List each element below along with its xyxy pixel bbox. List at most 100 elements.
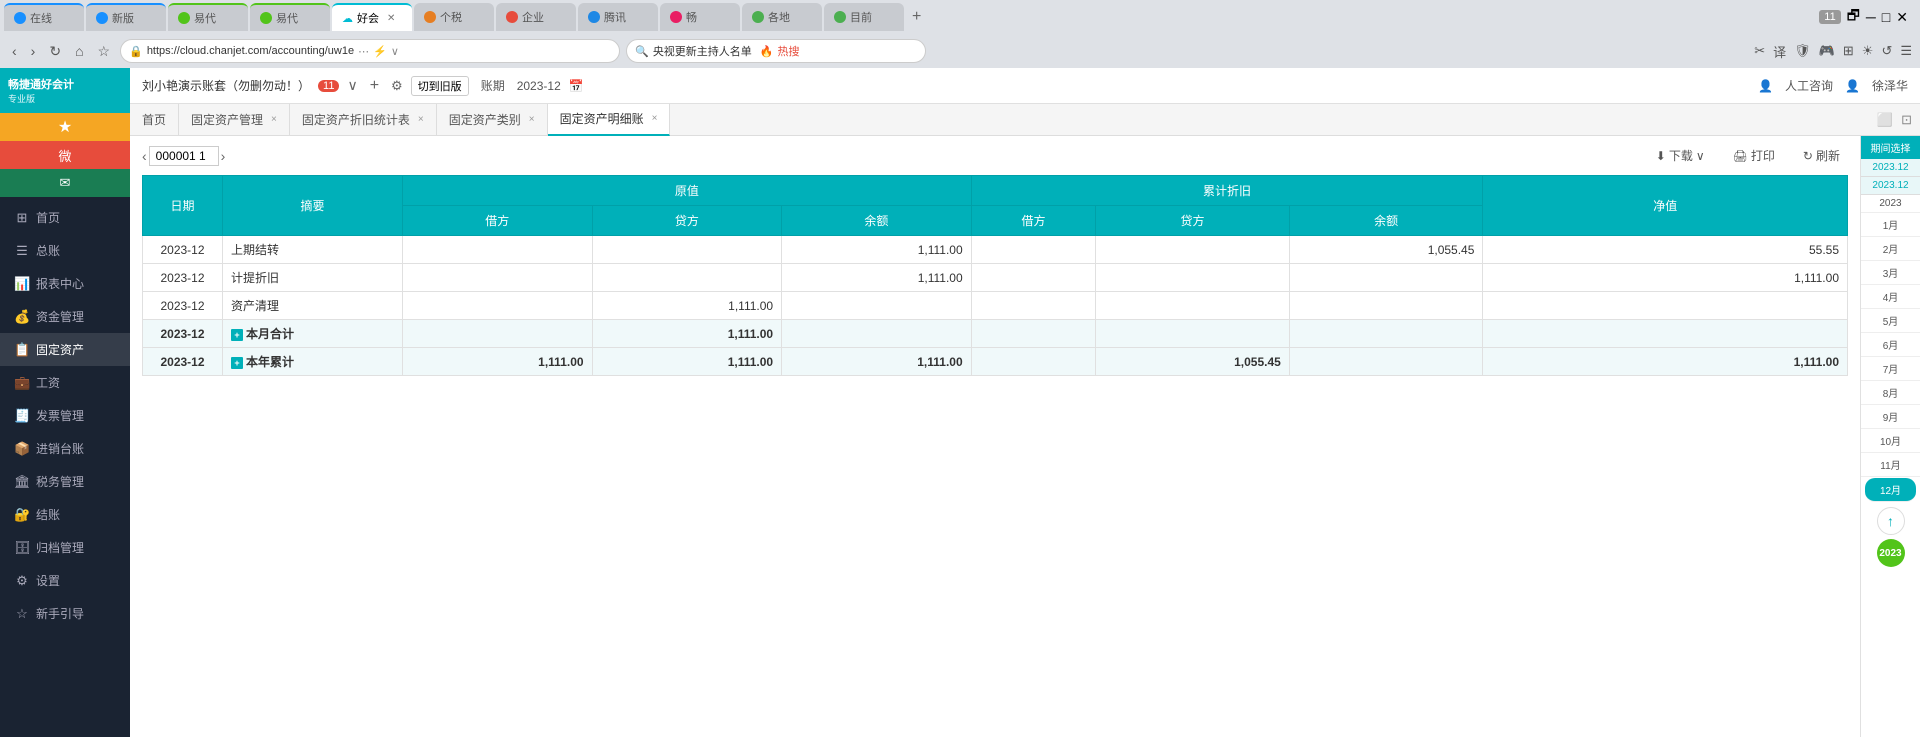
period-selected-end[interactable]: 2023.12	[1861, 177, 1920, 195]
browser-tab-qiye[interactable]: 企业	[496, 3, 576, 31]
browser-tab-gedi[interactable]: 各地	[742, 3, 822, 31]
sidebar-item-fixed-assets[interactable]: 📋 固定资产	[0, 333, 130, 366]
print-button[interactable]: 🖨 打印	[1725, 144, 1783, 167]
period-month-10[interactable]: 10月	[1861, 429, 1920, 453]
translate-icon[interactable]: 译	[1773, 42, 1786, 61]
browser-tab-geshui[interactable]: 个税	[414, 3, 494, 31]
restore-window-icon[interactable]: 🗗	[1847, 5, 1860, 29]
prev-page-button[interactable]: ‹	[142, 148, 147, 164]
browser-tab-tengxun[interactable]: 腾讯	[578, 3, 658, 31]
period-month-5[interactable]: 5月	[1861, 309, 1920, 333]
username[interactable]: 徐泽华	[1872, 77, 1908, 94]
sidebar-item-close-label: 结账	[36, 506, 60, 523]
bookmark-button[interactable]: ☆	[94, 43, 115, 60]
menu-icon[interactable]: ☰	[1900, 43, 1912, 59]
period-month-7[interactable]: 7月	[1861, 357, 1920, 381]
browser-tab-xinjian[interactable]: 新版	[86, 3, 166, 31]
search-box[interactable]: 🔍 央视更新主持人名单 🔥 热搜	[626, 39, 926, 63]
add-company-icon[interactable]: +	[370, 77, 379, 95]
period-month-4[interactable]: 4月	[1861, 285, 1920, 309]
period-month-12[interactable]: 12月	[1865, 478, 1916, 502]
extension-icon[interactable]: 🛡	[1794, 43, 1811, 59]
help-text[interactable]: 人工咨询	[1785, 77, 1833, 94]
grid-icon[interactable]: ⊞	[1843, 43, 1854, 59]
close-window-icon[interactable]: ✕	[1896, 9, 1908, 26]
back-button[interactable]: ‹	[8, 43, 21, 59]
settings-icon[interactable]: ↺	[1881, 43, 1892, 59]
close-fixed-assets-mgmt-tab[interactable]: ×	[271, 114, 277, 125]
refresh-button[interactable]: ↻	[45, 43, 65, 60]
sidebar-item-tax[interactable]: 🏛 税务管理	[0, 465, 130, 498]
browser-tab-haohao[interactable]: ☁ 好会 ✕	[332, 3, 412, 31]
period-value: 2023-12	[517, 79, 561, 93]
sidebar-item-settings[interactable]: ⚙ 设置	[0, 564, 130, 597]
period-month-2[interactable]: 2月	[1861, 237, 1920, 261]
sidebar-item-reports[interactable]: 📊 报表中心	[0, 267, 130, 300]
user-icon: 👤	[1845, 79, 1860, 93]
col-summary: 摘要	[223, 176, 403, 236]
period-year[interactable]: 2023	[1861, 195, 1920, 213]
col-dep-balance: 余额	[1289, 206, 1483, 236]
page-tab-fixed-assets-mgmt[interactable]: 固定资产管理 ×	[179, 104, 290, 136]
browser-tab-yidai1[interactable]: 易代	[168, 3, 248, 31]
scissors-icon[interactable]: ✂	[1754, 43, 1765, 59]
page-tab-depreciation-stats[interactable]: 固定资产折旧统计表 ×	[290, 104, 437, 136]
period-month-9[interactable]: 9月	[1861, 405, 1920, 429]
sidebar-item-close[interactable]: 🔐 结账	[0, 498, 130, 531]
dropdown-arrow-icon[interactable]: ∨	[347, 77, 357, 94]
brightness-icon[interactable]: ☀	[1862, 43, 1874, 59]
period-month-6[interactable]: 6月	[1861, 333, 1920, 357]
period-month-11[interactable]: 11月	[1861, 453, 1920, 477]
maximize-icon[interactable]: □	[1882, 9, 1890, 25]
sidebar-item-stock[interactable]: 📦 进销台账	[0, 432, 130, 465]
period-month-3[interactable]: 3月	[1861, 261, 1920, 285]
new-tab-button[interactable]: +	[906, 8, 927, 26]
close-tab-haohao[interactable]: ✕	[387, 13, 395, 24]
year-badge-2023[interactable]: 2023	[1877, 539, 1905, 567]
browser-tab-yidai2[interactable]: 易代	[250, 3, 330, 31]
sidebar-item-invoice[interactable]: 🧾 发票管理	[0, 399, 130, 432]
page-tab-asset-ledger[interactable]: 固定资产明细账 ×	[548, 104, 671, 136]
cell-date: 2023-12	[143, 236, 223, 264]
cell-orig-balance: 1,111.00	[782, 264, 972, 292]
period-month-1[interactable]: 1月	[1861, 213, 1920, 237]
browser-tab-zaixian[interactable]: 在线	[4, 3, 84, 31]
browser-tab-mubiao[interactable]: 目前	[824, 3, 904, 31]
sidebar-menu: ⊞ 首页 ☰ 总账 📊 报表中心 💰 资金管理 📋 固定资产 💼 工资	[0, 197, 130, 737]
refresh-data-button[interactable]: ↻ 刷新	[1795, 144, 1848, 167]
browser-tab-chang[interactable]: 畅	[660, 3, 740, 31]
period-selected-start[interactable]: 2023.12	[1861, 159, 1920, 177]
page-tab-asset-category[interactable]: 固定资产类别 ×	[437, 104, 548, 136]
page-tab-home[interactable]: 首页	[130, 104, 179, 136]
download-button[interactable]: ⬇ 下载 ∨	[1648, 144, 1713, 167]
home-button[interactable]: ⌂	[71, 43, 87, 59]
sidebar-item-guide-label: 新手引导	[36, 605, 84, 622]
sidebar-item-home[interactable]: ⊞ 首页	[0, 201, 130, 234]
game-icon[interactable]: 🎮	[1819, 43, 1835, 59]
close-depreciation-stats-tab[interactable]: ×	[418, 114, 424, 125]
page-number[interactable]: 000001 1	[149, 146, 219, 166]
sidebar-item-payroll[interactable]: 💼 工资	[0, 366, 130, 399]
sidebar-item-guide[interactable]: ☆ 新手引导	[0, 597, 130, 630]
calendar-icon[interactable]: 📅	[569, 79, 584, 93]
sidebar-logo: 畅捷通好会计 专业版	[0, 68, 130, 113]
sidebar-item-archive[interactable]: 🗄 归档管理	[0, 531, 130, 564]
address-bar[interactable]: 🔒 https://cloud.chanjet.com/accounting/u…	[120, 39, 620, 63]
minimize-icon[interactable]: ─	[1866, 9, 1876, 25]
settings-small-icon[interactable]: ⚙	[391, 78, 403, 94]
cell-orig-balance: 1,111.00	[782, 236, 972, 264]
cell-orig-debit	[403, 236, 593, 264]
sidebar-item-funds[interactable]: 💰 资金管理	[0, 300, 130, 333]
row-type-icon: +	[231, 357, 243, 369]
collapse-tab-icon[interactable]: ⬜	[1877, 112, 1893, 128]
next-page-button[interactable]: ›	[221, 148, 226, 164]
close-asset-category-tab[interactable]: ×	[529, 114, 535, 125]
scroll-up-button[interactable]: ↑	[1877, 507, 1905, 535]
period-month-8[interactable]: 8月	[1861, 381, 1920, 405]
expand-tab-icon[interactable]: ⊡	[1901, 112, 1912, 128]
cell-orig-credit: 1,111.00	[592, 320, 782, 348]
sidebar-item-ledger[interactable]: ☰ 总账	[0, 234, 130, 267]
forward-button[interactable]: ›	[27, 43, 40, 59]
switch-old-button[interactable]: 切到旧版	[411, 76, 469, 96]
close-asset-ledger-tab[interactable]: ×	[652, 113, 658, 124]
